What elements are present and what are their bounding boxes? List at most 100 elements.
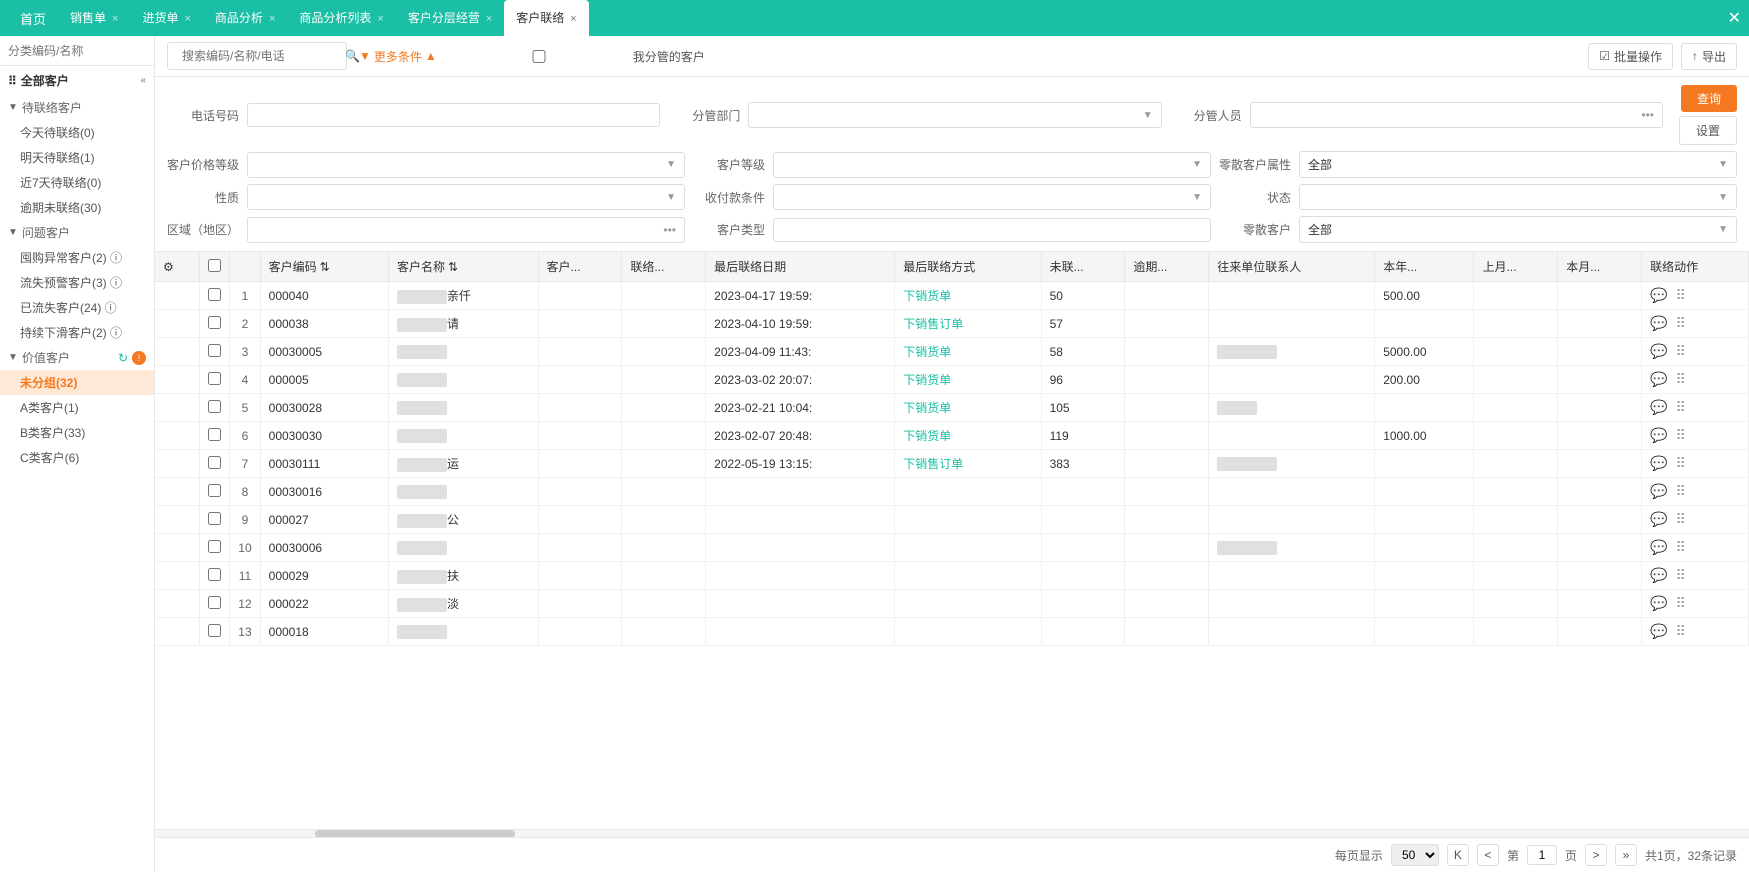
grid-action-icon[interactable]: ⠿ bbox=[1676, 595, 1686, 612]
close-icon[interactable]: × bbox=[112, 13, 118, 25]
message-icon[interactable]: 💬 bbox=[1650, 399, 1667, 416]
close-icon[interactable]: × bbox=[570, 13, 576, 25]
message-icon[interactable]: 💬 bbox=[1650, 371, 1667, 388]
row-checkbox[interactable] bbox=[208, 596, 221, 609]
grid-action-icon[interactable]: ⠿ bbox=[1676, 483, 1686, 500]
row-checkbox-cell[interactable] bbox=[200, 534, 230, 562]
row-checkbox[interactable] bbox=[208, 344, 221, 357]
all-customers-header[interactable]: ⠿ 全部客户 « bbox=[0, 66, 154, 95]
last-method-link[interactable]: 下销货单 bbox=[903, 429, 951, 443]
group-pending-contact[interactable]: ▼ 待联络客户 bbox=[0, 95, 154, 120]
row-checkbox-cell[interactable] bbox=[200, 478, 230, 506]
row-checkbox[interactable] bbox=[208, 540, 221, 553]
message-icon[interactable]: 💬 bbox=[1650, 343, 1667, 360]
tab-sales-order[interactable]: 销售单× bbox=[58, 0, 130, 36]
sidebar-item-7days-pending[interactable]: 近7天待联络(0) bbox=[0, 170, 154, 195]
this-year-col-header[interactable]: 本年... bbox=[1375, 252, 1474, 282]
close-icon[interactable]: × bbox=[269, 13, 275, 25]
not-contact-col-header[interactable]: 未联... bbox=[1041, 252, 1125, 282]
row-checkbox[interactable] bbox=[208, 456, 221, 469]
last-date-col-header[interactable]: 最后联络日期 bbox=[706, 252, 895, 282]
message-icon[interactable]: 💬 bbox=[1650, 595, 1667, 612]
this-month-col-header[interactable]: 本月... bbox=[1558, 252, 1642, 282]
last-method-link[interactable]: 下销售订单 bbox=[903, 457, 963, 471]
window-close-button[interactable]: ✕ bbox=[1728, 8, 1741, 28]
refresh-icon[interactable]: ↻ bbox=[118, 351, 128, 365]
sidebar-item-declining[interactable]: 持续下滑客户(2) ⓘ bbox=[0, 320, 154, 345]
home-tab[interactable]: 首页 bbox=[8, 9, 58, 28]
row-checkbox[interactable] bbox=[208, 288, 221, 301]
select-all-checkbox[interactable] bbox=[208, 259, 221, 272]
row-checkbox-cell[interactable] bbox=[200, 394, 230, 422]
my-customer-checkbox[interactable]: 我分管的客户 bbox=[449, 48, 705, 65]
filter-price-grade-select[interactable]: ▼ bbox=[247, 152, 685, 178]
row-checkbox-cell[interactable] bbox=[200, 450, 230, 478]
row-checkbox-cell[interactable] bbox=[200, 506, 230, 534]
grid-action-icon[interactable]: ⠿ bbox=[1676, 427, 1686, 444]
row-checkbox-cell[interactable] bbox=[200, 618, 230, 646]
row-checkbox-cell[interactable] bbox=[200, 310, 230, 338]
last-method-link[interactable]: 下销货单 bbox=[903, 345, 951, 359]
search-icon[interactable]: 🔍 bbox=[345, 49, 360, 63]
filter-retail-select[interactable]: 全部 ▼ bbox=[1299, 216, 1737, 243]
sidebar-item-overdue-pending[interactable]: 逾期未联络(30) bbox=[0, 195, 154, 220]
row-checkbox[interactable] bbox=[208, 316, 221, 329]
tab-product-analysis-list[interactable]: 商品分析列表× bbox=[287, 0, 395, 36]
row-checkbox-cell[interactable] bbox=[200, 422, 230, 450]
sidebar-item-unclassified[interactable]: 未分组(32) bbox=[0, 370, 154, 395]
row-checkbox[interactable] bbox=[208, 512, 221, 525]
grid-action-icon[interactable]: ⠿ bbox=[1676, 399, 1686, 416]
query-button[interactable]: 查询 bbox=[1681, 85, 1737, 112]
row-checkbox-cell[interactable] bbox=[200, 562, 230, 590]
close-icon[interactable]: × bbox=[377, 13, 383, 25]
reset-button[interactable]: 设置 bbox=[1679, 116, 1737, 145]
message-icon[interactable]: 💬 bbox=[1650, 511, 1667, 528]
grid-action-icon[interactable]: ⠿ bbox=[1676, 371, 1686, 388]
unit-contact-col-header[interactable]: 往来单位联系人 bbox=[1209, 252, 1375, 282]
last-month-col-header[interactable]: 上月... bbox=[1474, 252, 1558, 282]
page-size-select[interactable]: 50 bbox=[1391, 844, 1439, 866]
row-checkbox[interactable] bbox=[208, 568, 221, 581]
row-checkbox[interactable] bbox=[208, 428, 221, 441]
row-checkbox-cell[interactable] bbox=[200, 366, 230, 394]
tab-product-analysis[interactable]: 商品分析× bbox=[203, 0, 287, 36]
name-col-header[interactable]: 客户名称⇅ bbox=[388, 252, 538, 282]
sidebar-item-abnormal[interactable]: 囤购异常客户(2) ⓘ bbox=[0, 245, 154, 270]
sidebar-item-class-b[interactable]: B类客户(33) bbox=[0, 420, 154, 445]
checkbox-col-header[interactable] bbox=[200, 252, 230, 282]
grid-action-icon[interactable]: ⠿ bbox=[1676, 623, 1686, 640]
sidebar-item-today-pending[interactable]: 今天待联络(0) bbox=[0, 120, 154, 145]
sidebar-item-class-c[interactable]: C类客户(6) bbox=[0, 445, 154, 470]
close-icon[interactable]: × bbox=[486, 13, 492, 25]
tab-customer-segment[interactable]: 客户分层经营× bbox=[396, 0, 504, 36]
grid-action-icon[interactable]: ⠿ bbox=[1676, 539, 1686, 556]
sidebar-item-churn-warning[interactable]: 流失预警客户(3) ⓘ bbox=[0, 270, 154, 295]
batch-operation-button[interactable]: ☑ 批量操作 bbox=[1588, 43, 1673, 70]
filter-nature-select[interactable]: ▼ bbox=[247, 184, 685, 210]
last-method-link[interactable]: 下销货单 bbox=[903, 289, 951, 303]
sidebar-search-input[interactable] bbox=[8, 44, 155, 58]
settings-col-header[interactable]: ⚙ bbox=[155, 252, 200, 282]
message-icon[interactable]: 💬 bbox=[1650, 623, 1667, 640]
row-checkbox[interactable] bbox=[208, 372, 221, 385]
last-method-link[interactable]: 下销货单 bbox=[903, 373, 951, 387]
row-checkbox-cell[interactable] bbox=[200, 282, 230, 310]
prev-page-button[interactable]: < bbox=[1477, 844, 1499, 866]
last-method-link[interactable]: 下销货单 bbox=[903, 401, 951, 415]
message-icon[interactable]: 💬 bbox=[1650, 315, 1667, 332]
filter-person-select[interactable]: ••• bbox=[1250, 102, 1663, 128]
message-icon[interactable]: 💬 bbox=[1650, 427, 1667, 444]
filter-dept-select[interactable]: ▼ bbox=[748, 102, 1161, 128]
grid-action-icon[interactable]: ⠿ bbox=[1676, 343, 1686, 360]
filter-retail-attr-select[interactable]: 全部 ▼ bbox=[1299, 151, 1737, 178]
sidebar-item-class-a[interactable]: A类客户(1) bbox=[0, 395, 154, 420]
last-method-link[interactable]: 下销售订单 bbox=[903, 317, 963, 331]
code-col-header[interactable]: 客户编码⇅ bbox=[260, 252, 388, 282]
grid-action-icon[interactable]: ⠿ bbox=[1676, 511, 1686, 528]
export-button[interactable]: ↑ 导出 bbox=[1681, 43, 1737, 70]
next-page-button[interactable]: > bbox=[1585, 844, 1607, 866]
filter-customer-type-input[interactable] bbox=[773, 218, 1211, 242]
page-number-input[interactable] bbox=[1527, 845, 1557, 865]
row-checkbox[interactable] bbox=[208, 624, 221, 637]
search-input[interactable] bbox=[174, 45, 345, 67]
